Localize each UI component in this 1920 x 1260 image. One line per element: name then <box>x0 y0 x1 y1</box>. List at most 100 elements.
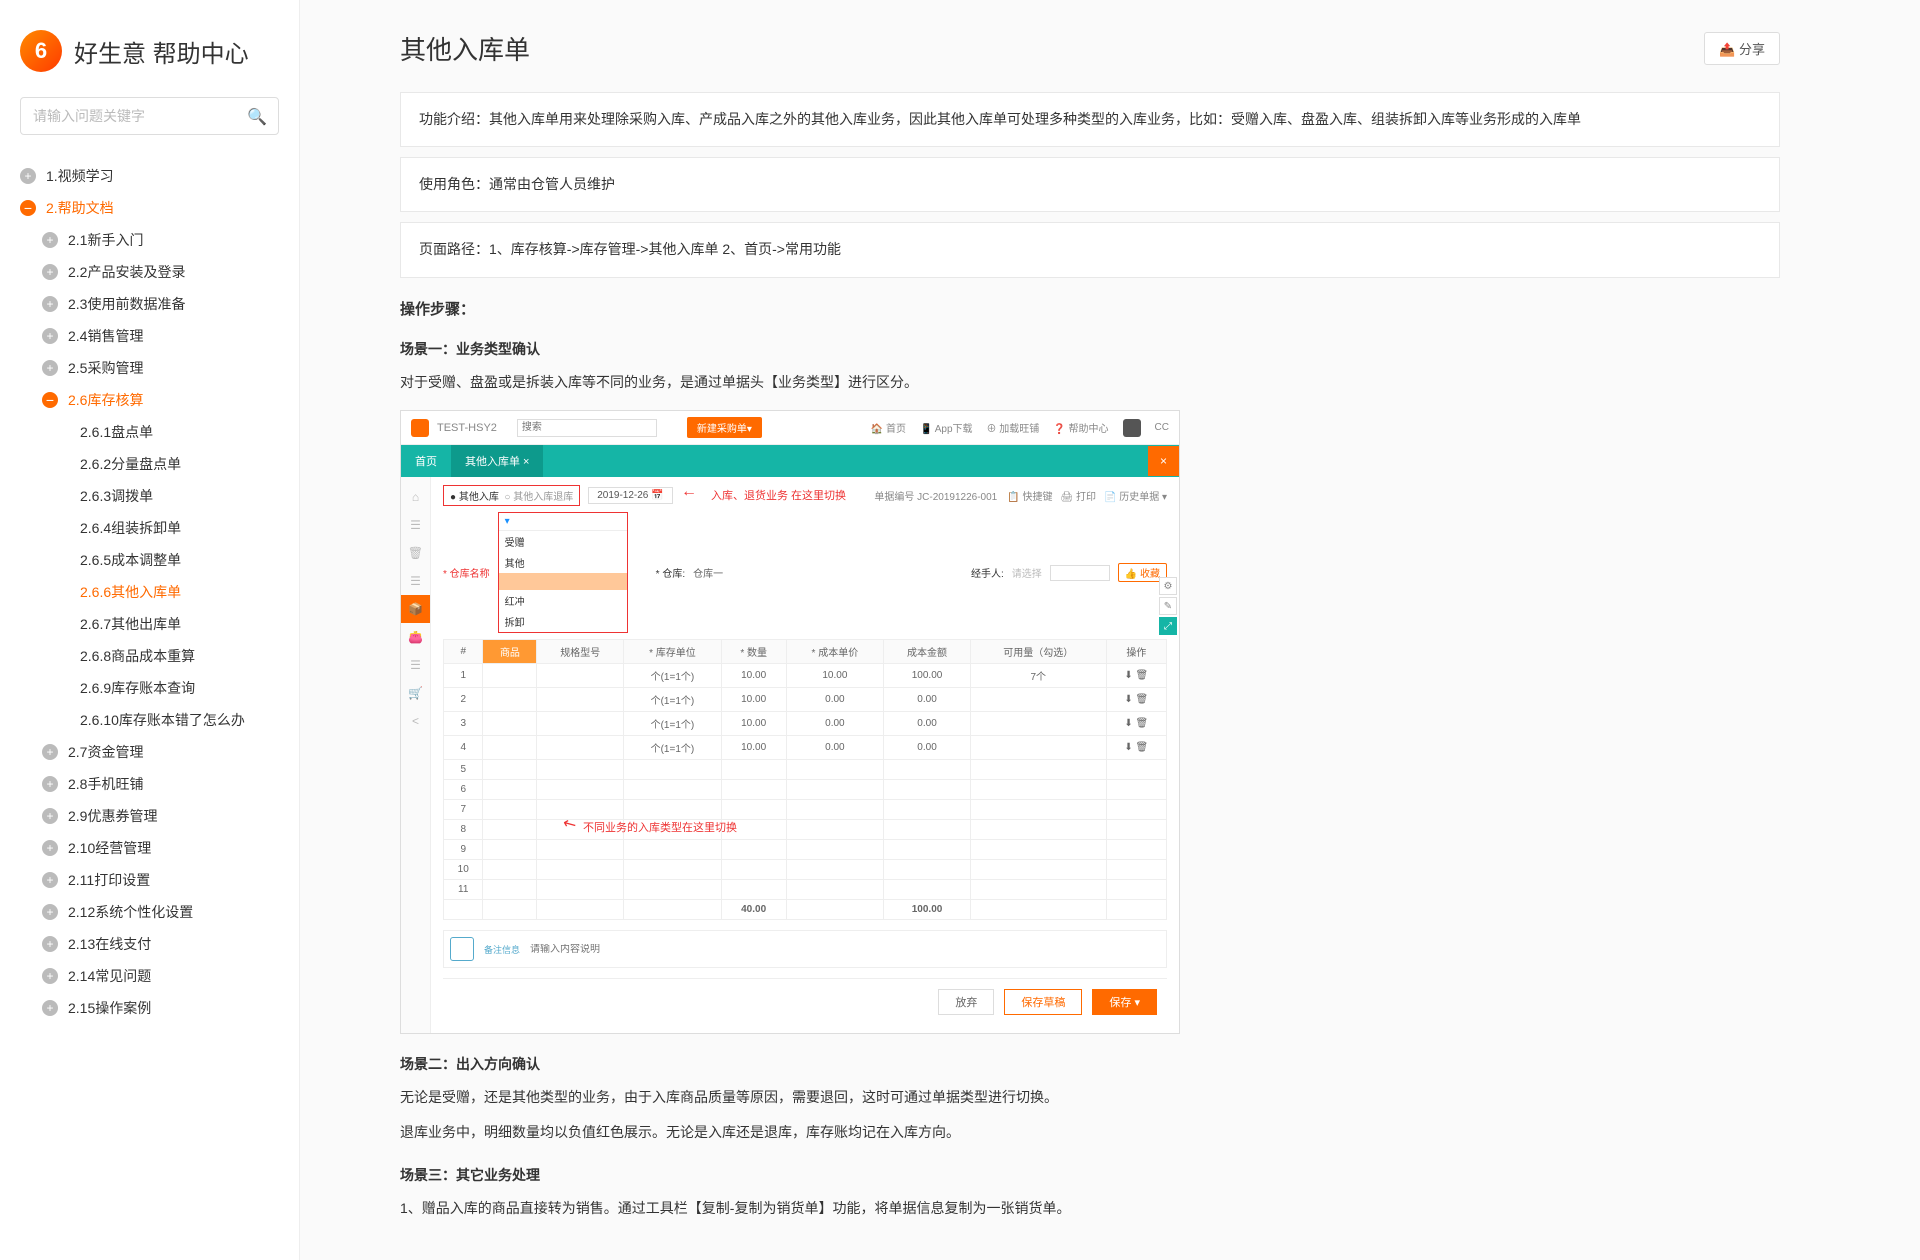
ss-remark-input[interactable] <box>530 944 1160 955</box>
ss-tool-icon[interactable]: ⚙ <box>1159 577 1177 595</box>
path-label: 页面路径： <box>419 241 489 257</box>
ss-nav-icon[interactable]: ☰ <box>401 651 430 679</box>
ss-tab-current[interactable]: 其他入库单 × <box>451 445 543 477</box>
ss-td <box>537 780 624 800</box>
expand-icon[interactable]: + <box>42 264 58 280</box>
ss-nav-icon-active[interactable]: 📦 <box>401 595 430 623</box>
sidebar-item[interactable]: +2.2产品安装及登录 <box>20 256 279 288</box>
sidebar-item[interactable]: 2.6.7其他出库单 <box>20 608 279 640</box>
ss-toolbar-link[interactable]: 📋 快捷键 <box>1007 488 1052 503</box>
ss-dropdown-item[interactable]: 拆卸 <box>499 611 627 632</box>
ss-radio2[interactable]: ○ 其他入库退库 <box>504 488 573 503</box>
sidebar-item[interactable]: +2.8手机旺铺 <box>20 768 279 800</box>
share-button[interactable]: 📤 分享 <box>1704 32 1780 65</box>
sidebar-item[interactable]: +2.11打印设置 <box>20 864 279 896</box>
search-icon[interactable]: 🔍 <box>247 107 267 127</box>
ss-top-link[interactable]: 🏠 首页 <box>871 420 906 435</box>
ss-tool-icon[interactable]: ⤢ <box>1159 617 1177 635</box>
expand-icon[interactable]: + <box>42 936 58 952</box>
ss-nav-icon[interactable]: 👛 <box>401 623 430 651</box>
sidebar-item[interactable]: 2.6.1盘点单 <box>20 416 279 448</box>
sidebar-item-label: 2.15操作案例 <box>68 998 151 1018</box>
sidebar-item[interactable]: 2.6.2分量盘点单 <box>20 448 279 480</box>
ss-search-input[interactable] <box>517 419 657 437</box>
collapse-icon[interactable]: − <box>42 392 58 408</box>
ss-filter-val3[interactable]: 请选择 <box>1012 565 1042 580</box>
expand-icon[interactable]: + <box>42 360 58 376</box>
ss-tab-close[interactable]: × <box>1148 446 1179 476</box>
expand-icon[interactable]: + <box>20 168 36 184</box>
expand-icon[interactable]: + <box>42 968 58 984</box>
expand-icon[interactable]: + <box>42 1000 58 1016</box>
ss-username: CC <box>1155 422 1169 433</box>
ss-nav-icon[interactable]: ⌂ <box>401 483 430 511</box>
expand-icon[interactable]: + <box>42 776 58 792</box>
ss-dropdown-head[interactable]: ▾ <box>499 513 627 531</box>
ss-top-link[interactable]: 📱 App下载 <box>920 420 972 435</box>
ss-nav-icon[interactable]: ☰ <box>401 567 430 595</box>
ss-td <box>970 780 1106 800</box>
expand-icon[interactable]: + <box>42 872 58 888</box>
ss-td: 个(1=1个) <box>624 688 722 712</box>
ss-nav-icon[interactable]: 🗑 <box>401 539 430 567</box>
ss-dropdown-item[interactable]: 受赠 <box>499 531 627 552</box>
ss-draft-button[interactable]: 保存草稿 <box>1004 989 1082 1015</box>
sidebar-item[interactable]: +1.视频学习 <box>20 160 279 192</box>
sidebar-item[interactable]: +2.14常见问题 <box>20 960 279 992</box>
sidebar-item[interactable]: 2.6.10库存账本错了怎么办 <box>20 704 279 736</box>
sidebar-item[interactable]: +2.1新手入门 <box>20 224 279 256</box>
expand-icon[interactable]: + <box>42 840 58 856</box>
sidebar-item-label: 2.6.10库存账本错了怎么办 <box>80 710 245 730</box>
ss-save-button[interactable]: 保存 ▾ <box>1092 989 1157 1015</box>
sidebar-item[interactable]: +2.5采购管理 <box>20 352 279 384</box>
sidebar-item[interactable]: +2.12系统个性化设置 <box>20 896 279 928</box>
ss-nav-icon[interactable]: ☰ <box>401 511 430 539</box>
collapse-icon[interactable]: − <box>20 200 36 216</box>
expand-icon[interactable]: + <box>42 232 58 248</box>
sidebar-item[interactable]: 2.6.3调拨单 <box>20 480 279 512</box>
expand-icon[interactable]: + <box>42 808 58 824</box>
ss-toolbar-link[interactable]: 🖨 打印 <box>1060 488 1095 503</box>
sidebar-item[interactable]: 2.6.6其他入库单 <box>20 576 279 608</box>
sidebar-item[interactable]: 2.6.8商品成本重算 <box>20 640 279 672</box>
sidebar-item[interactable]: 2.6.5成本调整单 <box>20 544 279 576</box>
expand-icon[interactable]: + <box>42 328 58 344</box>
ss-top-link[interactable]: ⊕ 加载旺铺 <box>987 420 1040 435</box>
sidebar-item[interactable]: +2.9优惠券管理 <box>20 800 279 832</box>
ss-nav-icon[interactable]: < <box>401 707 430 735</box>
expand-icon[interactable]: + <box>42 296 58 312</box>
ss-top-link[interactable]: ❓ 帮助中心 <box>1053 420 1108 435</box>
ss-dropdown-item[interactable]: 红冲 <box>499 590 627 611</box>
sidebar-item[interactable]: −2.6库存核算 <box>20 384 279 416</box>
ss-dropdown[interactable]: ▾ 受赠其他 红冲拆卸 <box>498 512 628 633</box>
sidebar-item[interactable]: +2.13在线支付 <box>20 928 279 960</box>
ss-cancel-button[interactable]: 放弃 <box>938 989 994 1015</box>
ss-new-btn[interactable]: 新建采购单▾ <box>687 417 762 438</box>
sidebar-item[interactable]: −2.帮助文档 <box>20 192 279 224</box>
ss-dropdown-item[interactable]: 其他 <box>499 552 627 573</box>
ss-radio-group[interactable]: ● 其他入库 ○ 其他入库退库 <box>443 485 580 506</box>
ss-td <box>624 780 722 800</box>
search-input[interactable] <box>20 97 279 135</box>
sidebar-item[interactable]: 2.6.9库存账本查询 <box>20 672 279 704</box>
sidebar-item[interactable]: +2.10经营管理 <box>20 832 279 864</box>
ss-tool-icon[interactable]: ✎ <box>1159 597 1177 615</box>
ss-tab-home[interactable]: 首页 <box>401 445 451 477</box>
ss-avatar[interactable] <box>1123 419 1141 437</box>
ss-dropdown-item[interactable] <box>499 573 627 590</box>
ss-nav-icon[interactable]: 🛒 <box>401 679 430 707</box>
sidebar-item[interactable]: +2.4销售管理 <box>20 320 279 352</box>
ss-annotation2: 不同业务的入库类型在这里切换 <box>583 819 737 835</box>
sidebar-item[interactable]: +2.15操作案例 <box>20 992 279 1024</box>
ss-toolbar-link[interactable]: 📄 历史单据 ▾ <box>1104 488 1167 503</box>
sidebar-item[interactable]: +2.3使用前数据准备 <box>20 288 279 320</box>
expand-icon[interactable]: + <box>42 744 58 760</box>
ss-radio1[interactable]: ● 其他入库 <box>450 488 499 503</box>
expand-icon[interactable]: + <box>42 904 58 920</box>
nav-tree: +1.视频学习−2.帮助文档+2.1新手入门+2.2产品安装及登录+2.3使用前… <box>20 160 279 1024</box>
ss-td: 个(1=1个) <box>624 736 722 760</box>
ss-small-input[interactable] <box>1050 565 1110 581</box>
sidebar-item[interactable]: +2.7资金管理 <box>20 736 279 768</box>
ss-date[interactable]: 2019-12-26 📅 <box>588 487 672 504</box>
sidebar-item[interactable]: 2.6.4组装拆卸单 <box>20 512 279 544</box>
